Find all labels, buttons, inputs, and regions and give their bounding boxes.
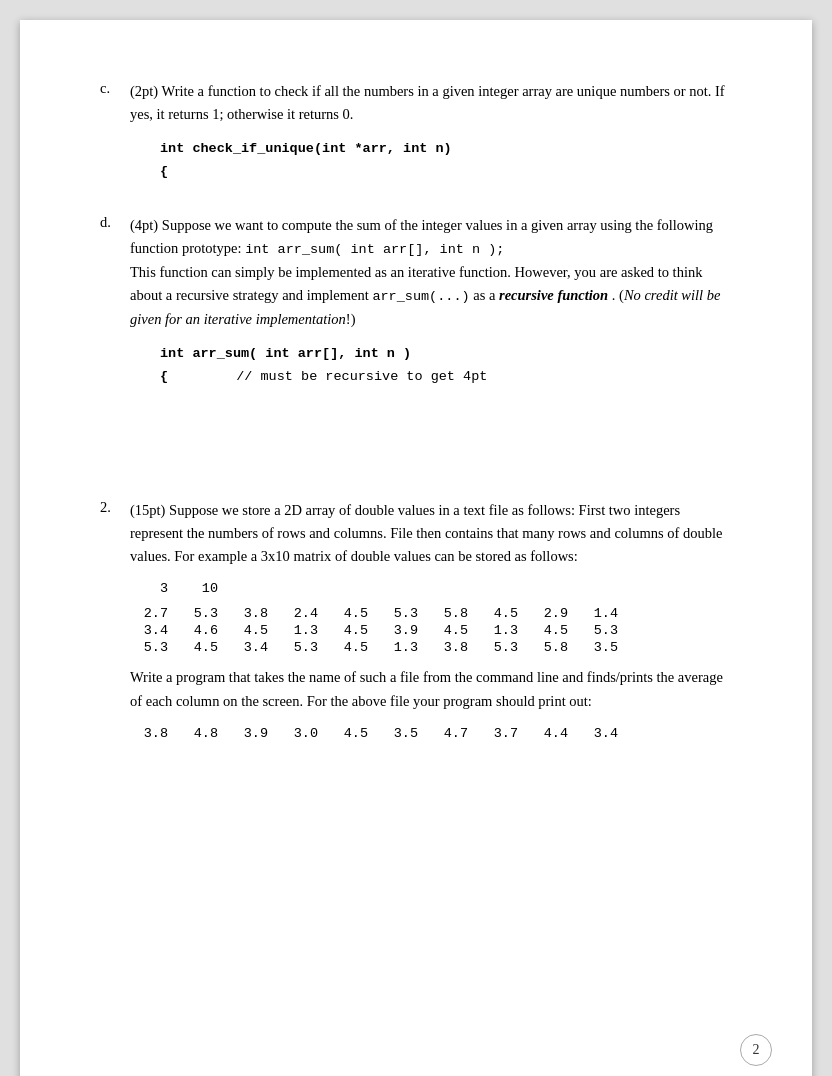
matrix-data-table: 2.75.33.82.44.55.35.84.52.91.43.44.64.51… bbox=[130, 605, 630, 656]
matrix-cell-2-1: 4.5 bbox=[180, 639, 230, 656]
matrix-cell-2-6: 3.8 bbox=[430, 639, 480, 656]
section-d-label: d. bbox=[100, 214, 130, 389]
matrix-cell-2-9: 3.5 bbox=[580, 639, 630, 656]
matrix-row-1: 3.44.64.51.34.53.94.51.34.55.3 bbox=[130, 622, 630, 639]
matrix-cell-0-3: 2.4 bbox=[280, 605, 330, 622]
section-c-label: c. bbox=[100, 80, 130, 184]
matrix-cell-0-5: 5.3 bbox=[380, 605, 430, 622]
d-prototype: int arr_sum( int arr[], int n ); bbox=[245, 242, 504, 257]
result-cell-2: 3.9 bbox=[230, 725, 280, 742]
result-cell-1: 4.8 bbox=[180, 725, 230, 742]
spacer-d bbox=[100, 419, 732, 499]
matrix-row-0: 2.75.33.82.44.55.35.84.52.91.4 bbox=[130, 605, 630, 622]
section-d: d. (4pt) Suppose we want to compute the … bbox=[100, 214, 732, 389]
section-c: c. (2pt) Write a function to check if al… bbox=[100, 80, 732, 184]
d-comment: // must be recursive to get 4pt bbox=[236, 369, 487, 384]
matrix-cell-0-9: 1.4 bbox=[580, 605, 630, 622]
d-arr-sum: arr_sum(...) bbox=[372, 289, 469, 304]
q2-label: 2. bbox=[100, 499, 130, 742]
matrix-cell-0-8: 2.9 bbox=[530, 605, 580, 622]
label-2: 2. bbox=[100, 499, 111, 515]
matrix-header-table: 3 10 bbox=[130, 580, 230, 597]
matrix-cell-0-2: 3.8 bbox=[230, 605, 280, 622]
matrix-cell-0-4: 4.5 bbox=[330, 605, 380, 622]
matrix-cell-1-5: 3.9 bbox=[380, 622, 430, 639]
d-brace: { bbox=[160, 369, 168, 384]
page: c. (2pt) Write a function to check if al… bbox=[20, 20, 812, 1076]
matrix-cell-2-5: 1.3 bbox=[380, 639, 430, 656]
section-d-description: (4pt) Suppose we want to compute the sum… bbox=[130, 214, 732, 331]
d-code-line-1: int arr_sum( int arr[], int n ) bbox=[160, 343, 732, 366]
matrix-cell-2-0: 5.3 bbox=[130, 639, 180, 656]
matrix-cell-0-0: 2.7 bbox=[130, 605, 180, 622]
q2-write-text: Write a program that takes the name of s… bbox=[130, 666, 732, 712]
d-code-line-2: { // must be recursive to get 4pt bbox=[160, 366, 732, 389]
matrix-cell-1-3: 1.3 bbox=[280, 622, 330, 639]
matrix-cell-0-1: 5.3 bbox=[180, 605, 230, 622]
d-desc-4: . ( bbox=[612, 287, 624, 303]
matrix-cell-1-1: 4.6 bbox=[180, 622, 230, 639]
matrix-row-2: 5.34.53.45.34.51.33.85.35.83.5 bbox=[130, 639, 630, 656]
result-table: 3.84.83.93.04.53.54.73.74.43.4 bbox=[130, 725, 630, 742]
d-desc-5: !) bbox=[346, 311, 356, 327]
result-cell-6: 4.7 bbox=[430, 725, 480, 742]
matrix-header-col2: 10 bbox=[180, 580, 230, 597]
d-bold: recursive function bbox=[499, 287, 608, 303]
result-cell-7: 3.7 bbox=[480, 725, 530, 742]
section-c-code: int check_if_unique(int *arr, int n) { bbox=[160, 138, 732, 184]
matrix-cell-1-0: 3.4 bbox=[130, 622, 180, 639]
matrix-cell-1-7: 1.3 bbox=[480, 622, 530, 639]
code-line-1: int check_if_unique(int *arr, int n) bbox=[160, 138, 732, 161]
matrix-cell-1-8: 4.5 bbox=[530, 622, 580, 639]
matrix-cell-1-6: 4.5 bbox=[430, 622, 480, 639]
matrix-cell-0-7: 4.5 bbox=[480, 605, 530, 622]
matrix-cell-1-2: 4.5 bbox=[230, 622, 280, 639]
section-d-content: (4pt) Suppose we want to compute the sum… bbox=[130, 214, 732, 389]
q2-content: (15pt) Suppose we store a 2D array of do… bbox=[130, 499, 732, 742]
page-number: 2 bbox=[740, 1034, 772, 1066]
result-cell-3: 3.0 bbox=[280, 725, 330, 742]
matrix-header-col1: 3 bbox=[130, 580, 180, 597]
section-c-description: (2pt) Write a function to check if all t… bbox=[130, 80, 732, 126]
d-desc-3: as a bbox=[473, 287, 495, 303]
result-cell-8: 4.4 bbox=[530, 725, 580, 742]
q2-description: (15pt) Suppose we store a 2D array of do… bbox=[130, 499, 732, 569]
matrix-cell-1-9: 5.3 bbox=[580, 622, 630, 639]
label-d: d. bbox=[100, 214, 111, 230]
matrix-header-row: 3 10 bbox=[130, 580, 230, 597]
label-c: c. bbox=[100, 80, 110, 96]
matrix-cell-2-7: 5.3 bbox=[480, 639, 530, 656]
result-cell-9: 3.4 bbox=[580, 725, 630, 742]
code-line-2: { bbox=[160, 161, 732, 184]
result-cell-4: 4.5 bbox=[330, 725, 380, 742]
matrix-cell-2-4: 4.5 bbox=[330, 639, 380, 656]
matrix-cell-2-8: 5.8 bbox=[530, 639, 580, 656]
question-2: 2. (15pt) Suppose we store a 2D array of… bbox=[100, 499, 732, 742]
section-d-code: int arr_sum( int arr[], int n ) { // mus… bbox=[160, 343, 732, 389]
result-row: 3.84.83.93.04.53.54.73.74.43.4 bbox=[130, 725, 630, 742]
matrix-cell-2-3: 5.3 bbox=[280, 639, 330, 656]
matrix-cell-2-2: 3.4 bbox=[230, 639, 280, 656]
result-cell-5: 3.5 bbox=[380, 725, 430, 742]
section-c-content: (2pt) Write a function to check if all t… bbox=[130, 80, 732, 184]
result-cell-0: 3.8 bbox=[130, 725, 180, 742]
matrix-cell-1-4: 4.5 bbox=[330, 622, 380, 639]
matrix-cell-0-6: 5.8 bbox=[430, 605, 480, 622]
